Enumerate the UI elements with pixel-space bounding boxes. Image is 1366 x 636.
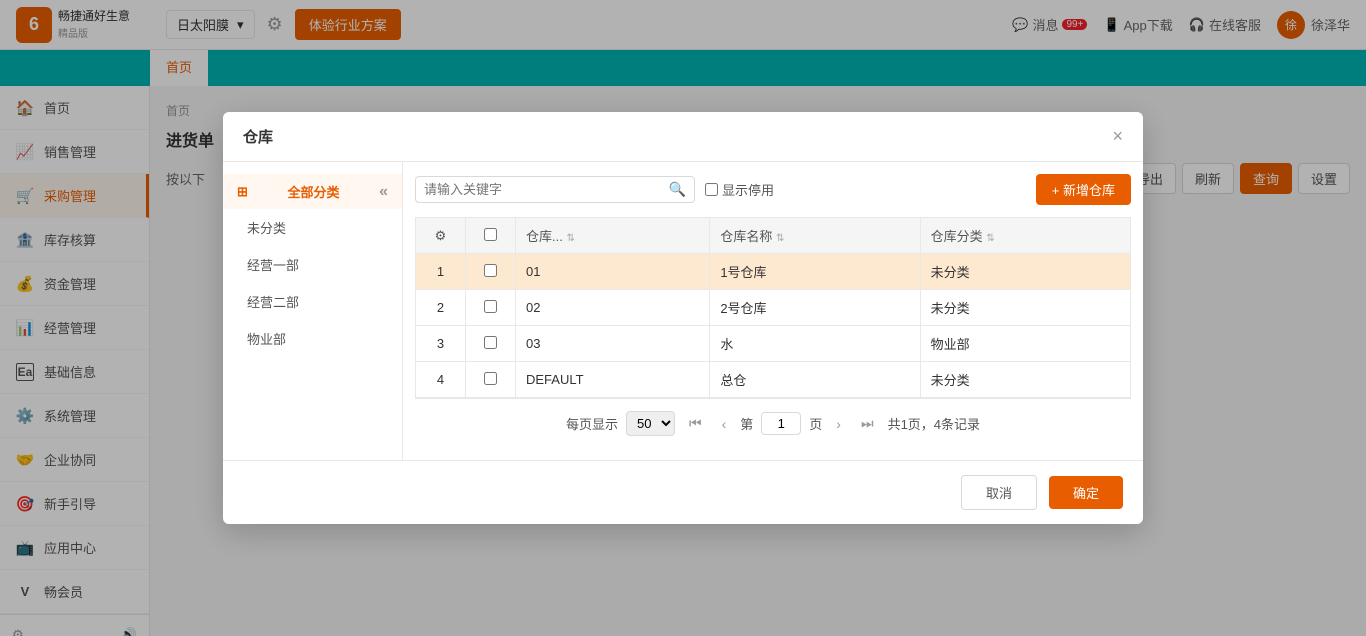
modal-footer: 取消 确定 (223, 460, 1143, 524)
row-gear-1: 1 (416, 254, 466, 290)
show-disabled-label[interactable]: 显示停用 (705, 180, 774, 199)
row-name-3: 水 (710, 326, 920, 362)
warehouse-table: ⚙ 仓库... ⇅ 仓库名称 ⇅ (415, 217, 1131, 398)
row-category-1: 未分类 (920, 254, 1130, 290)
pagination: 每页显示 50 ⏮ ‹ 第 页 › ⏭ 共1页，4条记录 (415, 398, 1131, 448)
row-category-2: 未分类 (920, 290, 1130, 326)
search-input-wrap: 🔍 (415, 176, 695, 203)
page-input[interactable] (761, 412, 801, 435)
next-page-button[interactable]: › (830, 414, 847, 434)
col-category: 仓库分类 ⇅ (920, 218, 1130, 254)
grid-icon: ⊞ (237, 184, 248, 200)
modal-header: 仓库 × (223, 112, 1143, 162)
col-code: 仓库... ⇅ (516, 218, 710, 254)
row-name-1: 1号仓库 (710, 254, 920, 290)
row-category-3: 物业部 (920, 326, 1130, 362)
row-check-4[interactable] (466, 362, 516, 398)
modal-overlay: 仓库 × ⊞ 全部分类 « 未分类 经营一部 经营二部 物业部 (0, 0, 1366, 636)
table-panel: 🔍 显示停用 + 新增仓库 ⚙ (403, 162, 1143, 460)
sort-category-icon: ⇅ (986, 233, 994, 244)
row-check-1[interactable] (466, 254, 516, 290)
category-item-2[interactable]: 经营二部 (223, 283, 402, 320)
select-all-checkbox[interactable] (484, 228, 497, 241)
collapse-icon[interactable]: « (379, 183, 388, 201)
table-row[interactable]: 1 01 1号仓库 未分类 (416, 254, 1131, 290)
prev-page-button[interactable]: ‹ (716, 414, 733, 434)
modal-close-button[interactable]: × (1112, 126, 1123, 147)
table-row[interactable]: 4 DEFAULT 总仓 未分类 (416, 362, 1131, 398)
row-gear-3: 3 (416, 326, 466, 362)
row-code-1: 01 (516, 254, 710, 290)
category-item-3[interactable]: 物业部 (223, 320, 402, 357)
cancel-button[interactable]: 取消 (961, 475, 1037, 510)
search-icon: 🔍 (669, 181, 686, 198)
row-name-4: 总仓 (710, 362, 920, 398)
row-code-3: 03 (516, 326, 710, 362)
category-panel: ⊞ 全部分类 « 未分类 经营一部 经营二部 物业部 (223, 162, 403, 460)
first-page-button[interactable]: ⏮ (683, 413, 708, 434)
col-name: 仓库名称 ⇅ (710, 218, 920, 254)
sort-code-icon: ⇅ (566, 233, 574, 244)
warehouse-modal: 仓库 × ⊞ 全部分类 « 未分类 经营一部 经营二部 物业部 (223, 112, 1143, 524)
row-check-2[interactable] (466, 290, 516, 326)
table-row[interactable]: 2 02 2号仓库 未分类 (416, 290, 1131, 326)
table-row[interactable]: 3 03 水 物业部 (416, 326, 1131, 362)
row-name-2: 2号仓库 (710, 290, 920, 326)
modal-title: 仓库 (243, 126, 273, 147)
search-input[interactable] (424, 182, 669, 197)
sort-name-icon: ⇅ (776, 233, 784, 244)
row-code-4: DEFAULT (516, 362, 710, 398)
category-item-0[interactable]: 未分类 (223, 209, 402, 246)
per-page-select[interactable]: 50 (626, 411, 675, 436)
col-gear: ⚙ (416, 218, 466, 254)
all-categories-button[interactable]: ⊞ 全部分类 « (223, 174, 402, 209)
confirm-button[interactable]: 确定 (1049, 476, 1123, 509)
row-code-2: 02 (516, 290, 710, 326)
row-gear-4: 4 (416, 362, 466, 398)
row-check-3[interactable] (466, 326, 516, 362)
col-checkbox (466, 218, 516, 254)
modal-body: ⊞ 全部分类 « 未分类 经营一部 经营二部 物业部 🔍 (223, 162, 1143, 460)
show-disabled-checkbox[interactable] (705, 183, 718, 196)
row-gear-2: 2 (416, 290, 466, 326)
last-page-button[interactable]: ⏭ (855, 413, 880, 434)
table-toolbar: 🔍 显示停用 + 新增仓库 (415, 174, 1131, 205)
table-wrapper: ⚙ 仓库... ⇅ 仓库名称 ⇅ (415, 217, 1131, 398)
row-category-4: 未分类 (920, 362, 1130, 398)
add-warehouse-button[interactable]: + 新增仓库 (1036, 174, 1131, 205)
table-header-row: ⚙ 仓库... ⇅ 仓库名称 ⇅ (416, 218, 1131, 254)
category-item-1[interactable]: 经营一部 (223, 246, 402, 283)
